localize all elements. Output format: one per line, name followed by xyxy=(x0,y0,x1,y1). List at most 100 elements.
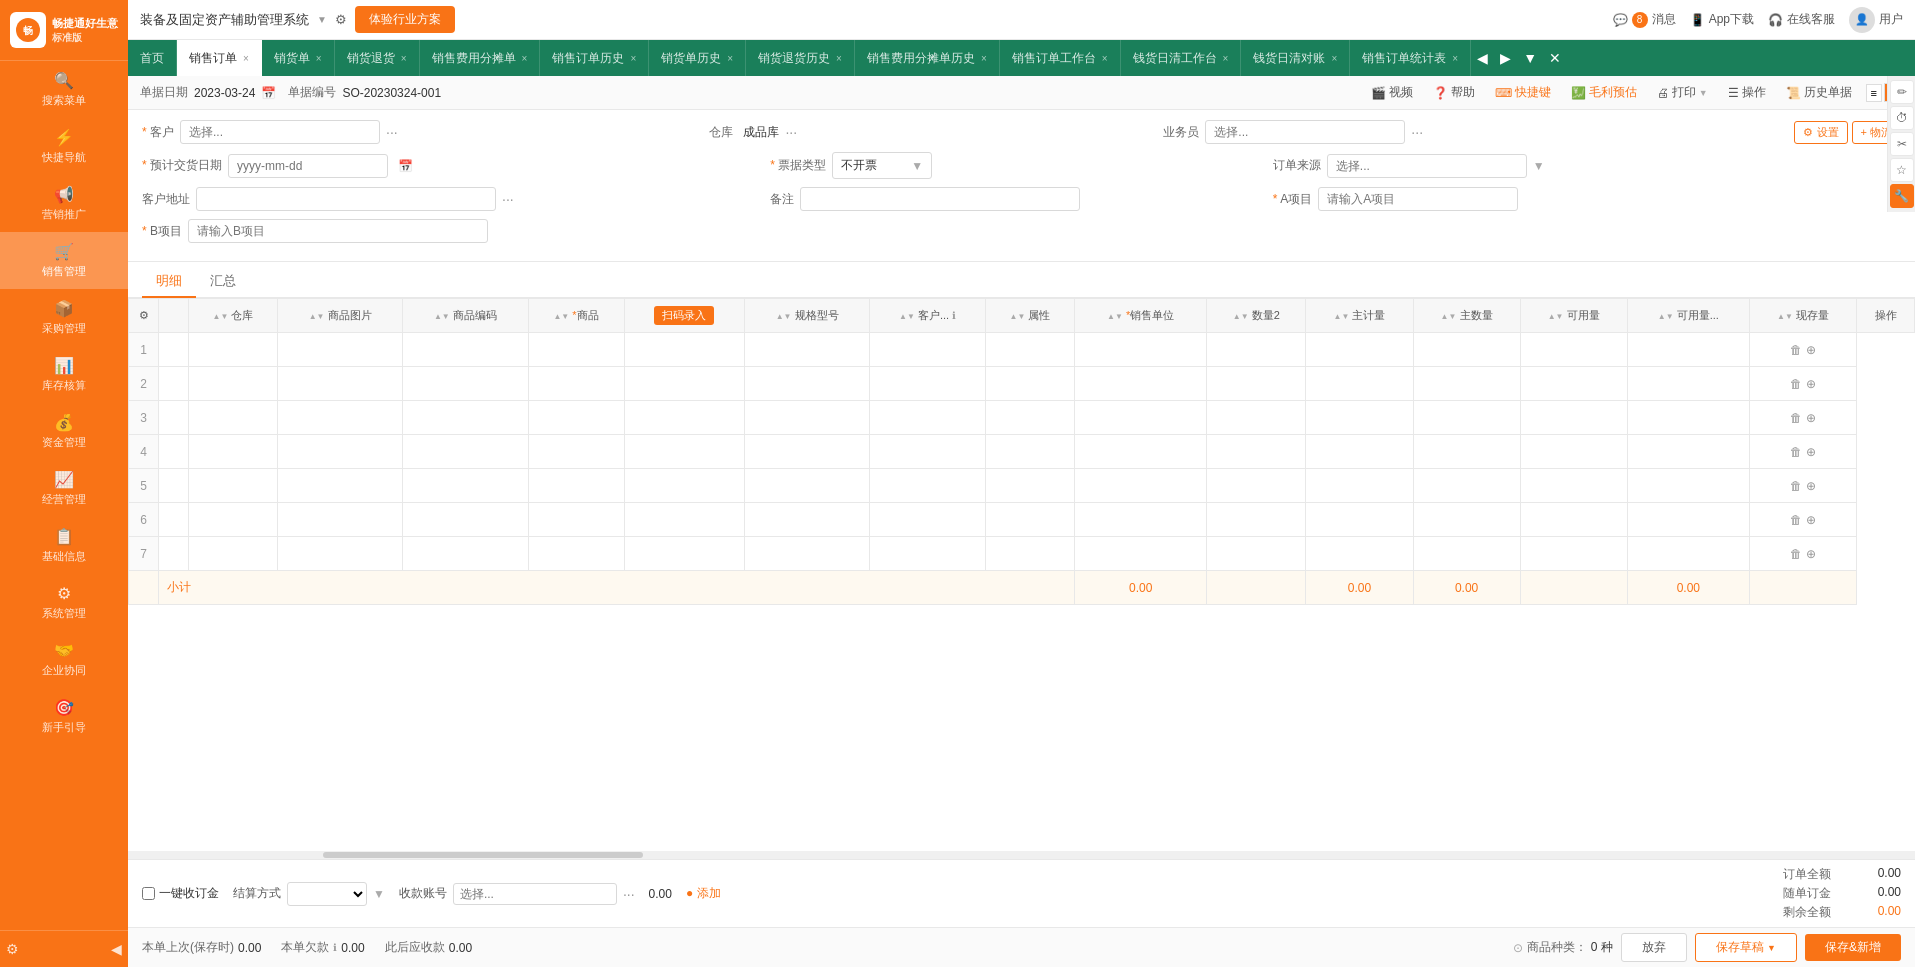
row-2-qty2[interactable] xyxy=(1074,367,1206,401)
tab-order-history[interactable]: 销售订单历史 × xyxy=(540,40,649,76)
layout-list-btn[interactable]: ≡ xyxy=(1866,84,1882,102)
profit-action-btn[interactable]: 💹 毛利预估 xyxy=(1565,82,1643,103)
row-5-customer-code[interactable] xyxy=(745,469,870,503)
row-4-image[interactable] xyxy=(189,435,278,469)
tab-fee-split[interactable]: 销售费用分摊单 × xyxy=(420,40,541,76)
panel-btn-4[interactable]: ☆ xyxy=(1890,158,1914,182)
industry-btn[interactable]: 体验行业方案 xyxy=(355,6,455,33)
row-7-qty2[interactable] xyxy=(1074,537,1206,571)
sidebar-item-finance[interactable]: 💰 资金管理 xyxy=(0,403,128,460)
scroll-thumb[interactable] xyxy=(323,852,643,858)
row-1-unit[interactable] xyxy=(986,333,1075,367)
row-2-unit[interactable] xyxy=(986,367,1075,401)
online-support[interactable]: 🎧 在线客服 xyxy=(1768,11,1835,28)
delivery-date-input[interactable] xyxy=(228,154,388,178)
row-2-spec[interactable] xyxy=(624,367,744,401)
history-action-btn[interactable]: 📜 历史单据 xyxy=(1780,82,1858,103)
row-6-delete-btn[interactable]: 🗑 xyxy=(1790,513,1802,527)
row-3-customer-code[interactable] xyxy=(745,401,870,435)
row-7-delete-btn[interactable]: 🗑 xyxy=(1790,547,1802,561)
tab-close-sales-order[interactable]: × xyxy=(243,53,249,64)
row-1-main-qty[interactable] xyxy=(1306,333,1413,367)
warehouse-more-btn[interactable]: ··· xyxy=(785,124,797,140)
account-more-btn[interactable]: ··· xyxy=(623,886,635,902)
row-1-delete-btn[interactable]: 🗑 xyxy=(1790,343,1802,357)
view-action-btn[interactable]: 🎬 视频 xyxy=(1365,82,1419,103)
row-7-copy-btn[interactable]: ⊕ xyxy=(1806,547,1816,561)
a-project-input[interactable] xyxy=(1318,187,1518,211)
sidebar-item-marketing[interactable]: 📢 营销推广 xyxy=(0,175,128,232)
row-7-main-qty[interactable] xyxy=(1306,537,1413,571)
one-click-checkbox[interactable] xyxy=(142,887,155,900)
tab-close-sales-goods[interactable]: × xyxy=(316,53,322,64)
row-2-main-qty[interactable] xyxy=(1306,367,1413,401)
row-1-qty2[interactable] xyxy=(1074,333,1206,367)
row-6-name[interactable] xyxy=(403,503,528,537)
row-1-name[interactable] xyxy=(403,333,528,367)
row-4-qty2[interactable] xyxy=(1074,435,1206,469)
sidebar-item-quicknav[interactable]: ⚡ 快捷导航 xyxy=(0,118,128,175)
row-6-image[interactable] xyxy=(189,503,278,537)
row-4-spec[interactable] xyxy=(624,435,744,469)
add-payment-btn[interactable]: ● 添加 xyxy=(686,885,721,902)
row-4-main-qty[interactable] xyxy=(1306,435,1413,469)
tab-fee-history[interactable]: 销售费用分摊单历史 × xyxy=(855,40,1000,76)
address-more-btn[interactable]: ··· xyxy=(502,191,514,207)
sidebar-item-basics[interactable]: 📋 基础信息 xyxy=(0,517,128,574)
row-1-spec[interactable] xyxy=(624,333,744,367)
row-2-customer-code[interactable] xyxy=(745,367,870,401)
row-1-copy-btn[interactable]: ⊕ xyxy=(1806,343,1816,357)
tab-goods-history[interactable]: 销货单历史 × xyxy=(649,40,746,76)
row-7-name[interactable] xyxy=(403,537,528,571)
b-project-input[interactable] xyxy=(188,219,488,243)
row-3-name[interactable] xyxy=(403,401,528,435)
row-2-copy-btn[interactable]: ⊕ xyxy=(1806,377,1816,391)
row-3-delete-btn[interactable]: 🗑 xyxy=(1790,411,1802,425)
row-2-delete-btn[interactable]: 🗑 xyxy=(1790,377,1802,391)
panel-btn-3[interactable]: ✂ xyxy=(1890,132,1914,156)
tab-daily-workbench[interactable]: 钱货日清工作台 × xyxy=(1121,40,1242,76)
row-4-copy-btn[interactable]: ⊕ xyxy=(1806,445,1816,459)
row-3-main-qty[interactable] xyxy=(1306,401,1413,435)
sidebar-item-purchase[interactable]: 📦 采购管理 xyxy=(0,289,128,346)
row-7-unit[interactable] xyxy=(986,537,1075,571)
help-action-btn[interactable]: ❓ 帮助 xyxy=(1427,82,1481,103)
operation-action-btn[interactable]: ☰ 操作 xyxy=(1722,82,1772,103)
row-3-spec[interactable] xyxy=(624,401,744,435)
tab-close-stats[interactable]: × xyxy=(1452,53,1458,64)
tab-close-sales-return[interactable]: × xyxy=(401,53,407,64)
row-3-copy-btn[interactable]: ⊕ xyxy=(1806,411,1816,425)
row-4-code[interactable] xyxy=(277,435,402,469)
row-6-customer-code[interactable] xyxy=(745,503,870,537)
row-7-customer-code[interactable] xyxy=(745,537,870,571)
row-7-property[interactable] xyxy=(870,537,986,571)
delivery-calendar-icon[interactable]: 📅 xyxy=(398,159,413,173)
tab-close-all-btn[interactable]: ✕ xyxy=(1543,40,1567,76)
payment-method-select[interactable] xyxy=(287,882,367,906)
notification-area[interactable]: 💬 8 消息 xyxy=(1613,11,1676,28)
sidebar-item-inventory[interactable]: 📊 库存核算 xyxy=(0,346,128,403)
row-5-unit[interactable] xyxy=(986,469,1075,503)
customer-input[interactable] xyxy=(180,120,380,144)
sidebar-item-guide[interactable]: 🎯 新手引导 xyxy=(0,688,128,745)
row-2-image[interactable] xyxy=(189,367,278,401)
save-draft-btn[interactable]: 保存草稿 ▼ xyxy=(1695,933,1797,962)
row-5-main-qty[interactable] xyxy=(1306,469,1413,503)
row-6-warehouse[interactable] xyxy=(159,503,189,537)
row-7-code[interactable] xyxy=(277,537,402,571)
sidebar-item-management[interactable]: 📈 经营管理 xyxy=(0,460,128,517)
panel-btn-5[interactable]: 🔧 xyxy=(1890,184,1914,208)
tab-order-workbench[interactable]: 销售订单工作台 × xyxy=(1000,40,1121,76)
shortcut-action-btn[interactable]: ⌨ 快捷键 xyxy=(1489,82,1557,103)
tab-return-history[interactable]: 销货退货历史 × xyxy=(746,40,855,76)
note-input[interactable] xyxy=(800,187,1080,211)
row-5-delete-btn[interactable]: 🗑 xyxy=(1790,479,1802,493)
tab-home[interactable]: 首页 xyxy=(128,40,177,76)
row-4-unit[interactable] xyxy=(986,435,1075,469)
tab-sales-goods[interactable]: 销货单 × xyxy=(262,40,335,76)
row-7-warehouse[interactable] xyxy=(159,537,189,571)
order-source-input[interactable] xyxy=(1327,154,1527,178)
invoice-select[interactable]: 不开票 ▼ xyxy=(832,152,932,179)
row-2-code[interactable] xyxy=(277,367,402,401)
tab-close-daily-workbench[interactable]: × xyxy=(1223,53,1229,64)
